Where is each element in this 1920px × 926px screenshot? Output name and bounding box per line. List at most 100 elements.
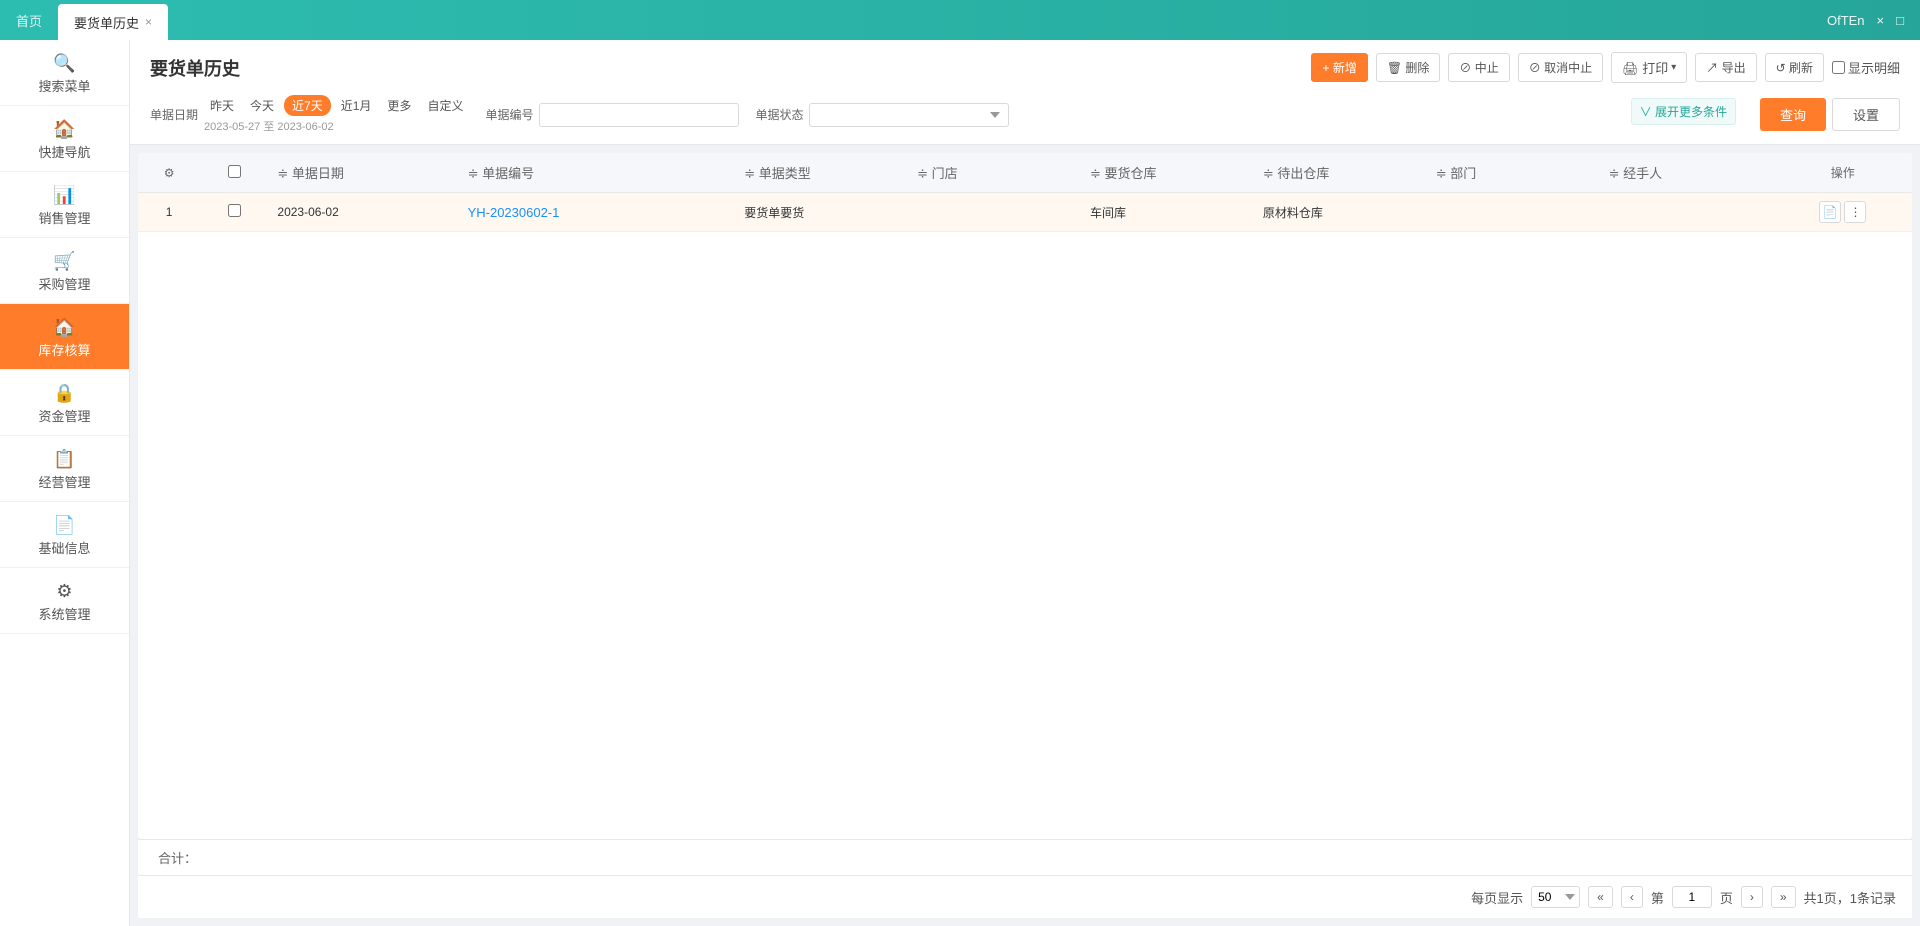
tab-home[interactable]: 要货单历史 首页 (0, 0, 58, 40)
table-body: 1 2023-06-02 YH-20230602-1 要货单要货 车间库 原材料… (138, 193, 1912, 232)
stop-button[interactable]: ⊘ 中止 (1448, 53, 1509, 82)
status-select[interactable] (809, 103, 1009, 127)
sidebar: 🔍 搜索菜单 🏠 快捷导航 📊 销售管理 🛒 采购管理 🏠 库存核算 🔒 资金管… (0, 40, 130, 926)
th-ops: 操作 (1774, 153, 1912, 193)
cell-seq: 1 (138, 193, 200, 232)
top-bar-right: OfTEn × □ (1827, 13, 1920, 28)
date-option-more[interactable]: 更多 (381, 95, 417, 116)
purchase-icon: 🛒 (53, 252, 75, 270)
page-label-pre: 第 (1651, 888, 1664, 907)
date-option-7days[interactable]: 近7天 (284, 95, 331, 116)
date-label: 单据日期 (150, 106, 198, 123)
th-store: ≑ 门店 (909, 153, 1082, 193)
docno-input[interactable] (539, 103, 739, 127)
table-empty-space (138, 232, 1912, 839)
sidebar-item-label: 系统管理 (38, 604, 90, 623)
prev-page-button[interactable]: ‹ (1621, 886, 1643, 908)
table-footer: 合计： (138, 839, 1912, 875)
sidebar-item-label: 快捷导航 (38, 142, 90, 161)
export-button[interactable]: ↗ 导出 (1695, 53, 1756, 82)
settings-button[interactable]: 设置 (1832, 98, 1900, 131)
brand-label: OfTEn (1827, 13, 1865, 28)
toolbar: + 新增 🗑 删除 ⊘ 中止 ⊘ 取消中止 🖨 打印 ▾ ↗ 导出 ↺ 刷新 显… (1311, 52, 1900, 83)
sidebar-item-operations[interactable]: 📋 经营管理 (0, 436, 129, 502)
status-label: 单据状态 (755, 106, 803, 123)
sidebar-item-search-menu[interactable]: 🔍 搜索菜单 (0, 40, 129, 106)
new-button[interactable]: + 新增 (1311, 53, 1367, 82)
inventory-icon: 🏠 (53, 318, 75, 336)
date-range-text: 2023-05-27 至 2023-06-02 (204, 118, 469, 134)
th-dept: ≑ 部门 (1428, 153, 1601, 193)
sidebar-item-label: 销售管理 (38, 208, 90, 227)
row-view-button[interactable]: 📄 (1819, 201, 1841, 223)
sidebar-item-label: 资金管理 (38, 406, 90, 425)
finance-icon: 🔒 (53, 384, 75, 402)
row-checkbox[interactable] (228, 204, 241, 217)
sidebar-item-finance[interactable]: 🔒 资金管理 (0, 370, 129, 436)
sidebar-item-purchase[interactable]: 🛒 采购管理 (0, 238, 129, 304)
main-layout: 🔍 搜索菜单 🏠 快捷导航 📊 销售管理 🛒 采购管理 🏠 库存核算 🔒 资金管… (0, 40, 1920, 926)
sidebar-item-base-info[interactable]: 📄 基础信息 (0, 502, 129, 568)
display-detail-input[interactable] (1832, 61, 1845, 74)
delete-button[interactable]: 🗑 删除 (1376, 53, 1441, 82)
cell-ops: 📄 ⋮ (1774, 193, 1912, 232)
cell-date: 2023-06-02 (269, 193, 459, 232)
sidebar-item-label: 采购管理 (38, 274, 90, 293)
select-all-checkbox[interactable] (228, 165, 241, 178)
page-number-input[interactable] (1672, 886, 1712, 908)
th-handler: ≑ 经手人 (1601, 153, 1774, 193)
close-tab-icon[interactable]: × (145, 15, 152, 29)
sidebar-item-system[interactable]: ⚙ 系统管理 (0, 568, 129, 634)
page-label-post: 页 (1720, 888, 1733, 907)
th-settings[interactable]: ⚙ (138, 153, 200, 193)
filter-docno-group: 单据编号 (485, 103, 739, 127)
window-maximize-icon[interactable]: □ (1896, 13, 1904, 28)
sidebar-item-sales[interactable]: 📊 销售管理 (0, 172, 129, 238)
data-table: ⚙ ≑ 单据日期 ≑ 单据编号 ≑ 单据类型 ≑ 门店 ≑ 要货仓库 ≑ 待出仓… (138, 153, 1912, 232)
cell-store (909, 193, 1082, 232)
th-type: ≑ 单据类型 (736, 153, 909, 193)
date-option-today[interactable]: 今天 (244, 95, 280, 116)
sidebar-item-label: 库存核算 (38, 340, 90, 359)
print-dropdown-icon: ▾ (1671, 62, 1676, 73)
date-option-custom[interactable]: 自定义 (421, 95, 469, 116)
table-wrapper: ⚙ ≑ 单据日期 ≑ 单据编号 ≑ 单据类型 ≑ 门店 ≑ 要货仓库 ≑ 待出仓… (138, 153, 1912, 839)
page-header: 要货单历史 + 新增 🗑 删除 ⊘ 中止 ⊘ 取消中止 🖨 打印 ▾ ↗ 导出 … (130, 40, 1920, 145)
search-button[interactable]: 查询 (1760, 98, 1826, 131)
expand-more-button[interactable]: ∨ 展开更多条件 (1631, 98, 1736, 125)
filter-status-group: 单据状态 (755, 103, 1009, 127)
cell-req-wh: 车间库 (1082, 193, 1255, 232)
th-req-wh: ≑ 要货仓库 (1082, 153, 1255, 193)
th-check (200, 153, 269, 193)
filter-date-group: 单据日期 昨天 今天 近7天 近1月 更多 自定义 2023-05-27 至 2… (150, 95, 469, 134)
row-more-button[interactable]: ⋮ (1844, 201, 1866, 223)
th-date: ≑ 单据日期 (269, 153, 459, 193)
sidebar-item-quick-nav[interactable]: 🏠 快捷导航 (0, 106, 129, 172)
date-option-1month[interactable]: 近1月 (335, 95, 378, 116)
th-target-wh: ≑ 待出仓库 (1255, 153, 1428, 193)
last-page-button[interactable]: » (1771, 886, 1796, 908)
first-page-button[interactable]: « (1588, 886, 1613, 908)
cell-no: YH-20230602-1 (460, 193, 737, 232)
search-menu-icon: 🔍 (53, 54, 75, 72)
tab-requisition-history[interactable]: 要货单历史 × (58, 4, 168, 40)
table-header-row: ⚙ ≑ 单据日期 ≑ 单据编号 ≑ 单据类型 ≑ 门店 ≑ 要货仓库 ≑ 待出仓… (138, 153, 1912, 193)
refresh-button[interactable]: ↺ 刷新 (1765, 53, 1824, 82)
sidebar-item-label: 搜索菜单 (38, 76, 90, 95)
date-option-yesterday[interactable]: 昨天 (204, 95, 240, 116)
sales-icon: 📊 (53, 186, 75, 204)
print-button[interactable]: 🖨 打印 ▾ (1611, 52, 1687, 83)
sidebar-item-label: 基础信息 (38, 538, 90, 557)
page-title-row: 要货单历史 + 新增 🗑 删除 ⊘ 中止 ⊘ 取消中止 🖨 打印 ▾ ↗ 导出 … (150, 52, 1900, 83)
cell-dept (1428, 193, 1601, 232)
display-detail-checkbox[interactable]: 显示明细 (1832, 58, 1900, 77)
th-no: ≑ 单据编号 (460, 153, 737, 193)
table-row: 1 2023-06-02 YH-20230602-1 要货单要货 车间库 原材料… (138, 193, 1912, 232)
doc-no-link[interactable]: YH-20230602-1 (468, 205, 560, 220)
window-close-icon[interactable]: × (1877, 13, 1885, 28)
cancel-stop-button[interactable]: ⊘ 取消中止 (1518, 53, 1603, 82)
per-page-label: 每页显示 (1471, 888, 1523, 907)
per-page-select[interactable]: 20 50 100 (1531, 886, 1580, 908)
next-page-button[interactable]: › (1741, 886, 1763, 908)
sidebar-item-inventory[interactable]: 🏠 库存核算 (0, 304, 129, 370)
